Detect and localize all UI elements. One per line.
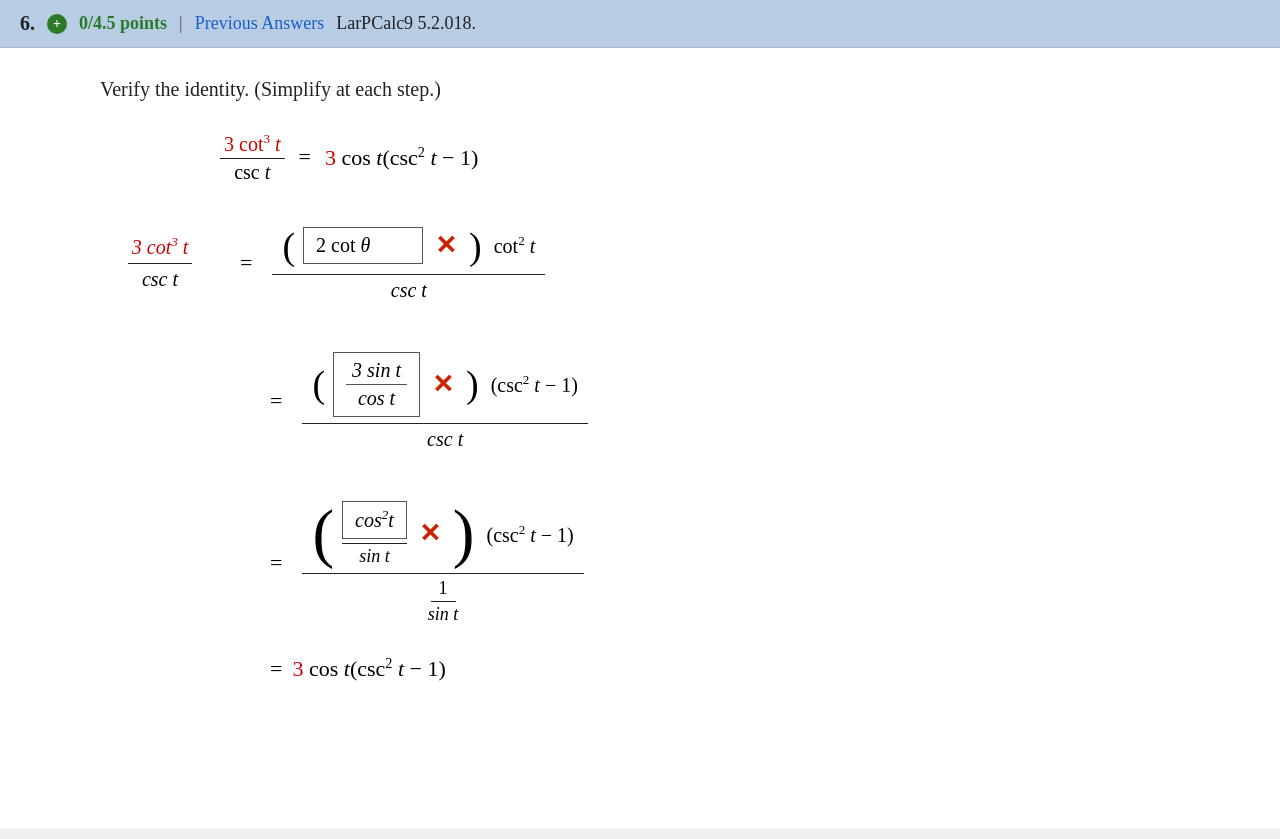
main-equation: 3 cot3 t csc t = 3 cos t(csc2 t − 1)	[220, 131, 1240, 184]
main-numerator: 3 cot3 t	[220, 131, 285, 159]
step1-cot2t: cot2 t	[494, 233, 536, 258]
step3-outer-denominator: 1 sin t	[420, 574, 467, 625]
step2-input-num: 3 sin t	[346, 359, 407, 385]
step2-input-den: cos t	[352, 385, 401, 410]
step1-numerator: ( 2 cot θ ✕ ) cot2 t	[272, 224, 545, 275]
open-paren-1: (	[282, 224, 295, 268]
step1-rhs: ( 2 cot θ ✕ ) cot2 t csc t	[272, 224, 545, 302]
equals-sign-1: =	[299, 144, 311, 170]
points-text: 0/4.5 points	[79, 13, 167, 34]
step3-extra: (csc2 t − 1)	[486, 522, 573, 547]
open-paren-3: (	[312, 501, 334, 566]
step3-outer-den-num: 1	[431, 578, 456, 602]
step3-outer-numerator: ( cos2t sin t ✕ ) (csc2 t − 1)	[302, 501, 583, 575]
step2-row: = ( 3 sin t cos t ✕ ) (csc2 t − 1) csc t	[270, 352, 1240, 451]
main-denominator: csc t	[230, 159, 274, 184]
step2-input-box[interactable]: 3 sin t cos t	[333, 352, 420, 417]
final-result: 3 cos t(csc2 t − 1)	[292, 655, 445, 682]
step3-outer-fraction: ( cos2t sin t ✕ ) (csc2 t − 1) 1 sin t	[302, 501, 583, 626]
problem-statement: Verify the identity. (Simplify at each s…	[100, 78, 1240, 101]
course-code: LarPCalc9 5.2.018.	[336, 13, 476, 34]
step3-row: = ( cos2t sin t ✕ ) (csc2 t − 1)	[270, 501, 1240, 626]
step3-outer-den-den: sin t	[420, 602, 467, 625]
step2-equals: =	[270, 388, 282, 414]
step1-denominator: csc t	[391, 275, 427, 302]
main-lhs-fraction: 3 cot3 t csc t	[220, 131, 285, 184]
step2-x-mark: ✕	[432, 369, 454, 400]
step2-extra: (csc2 t − 1)	[491, 372, 578, 397]
header-bar: 6. + 0/4.5 points | Previous Answers Lar…	[0, 0, 1280, 48]
main-rhs: 3 cos t(csc2 t − 1)	[325, 144, 478, 171]
open-paren-2: (	[312, 362, 325, 406]
final-row: = 3 cos t(csc2 t − 1)	[270, 655, 1240, 682]
close-paren-2: )	[466, 362, 479, 406]
step1-input-box[interactable]: 2 cot θ	[303, 227, 423, 264]
step1-lhs-den: csc t	[138, 264, 182, 291]
step2-fraction: ( 3 sin t cos t ✕ ) (csc2 t − 1) csc t	[302, 352, 587, 451]
content-area: Verify the identity. (Simplify at each s…	[0, 48, 1280, 828]
step3-equals: =	[270, 550, 282, 576]
close-paren-3: )	[453, 501, 475, 566]
step3-inner-den: sin t	[359, 544, 390, 567]
step1-lhs: 3 cot3 t csc t	[100, 234, 220, 291]
step3-x-mark: ✕	[419, 518, 441, 549]
close-paren-1: )	[469, 224, 482, 268]
step2-numerator: ( 3 sin t cos t ✕ ) (csc2 t − 1)	[302, 352, 587, 424]
final-equals: =	[270, 656, 282, 682]
points-icon: +	[47, 14, 67, 34]
step1-equals: =	[240, 250, 252, 276]
step3-input-content: cos2t	[355, 509, 394, 531]
divider: |	[179, 13, 183, 34]
step3-input-box[interactable]: cos2t	[342, 501, 407, 540]
step1-lhs-num: 3 cot3 t	[128, 234, 193, 264]
question-number: 6.	[20, 12, 35, 35]
step3-inner-fraction-container: cos2t sin t	[342, 501, 407, 568]
previous-answers-link[interactable]: Previous Answers	[195, 13, 325, 34]
step1-row: 3 cot3 t csc t = ( 2 cot θ ✕ ) cot2 t cs…	[100, 224, 1240, 302]
step1-x-mark: ✕	[435, 230, 457, 261]
step2-denominator: csc t	[427, 424, 463, 451]
